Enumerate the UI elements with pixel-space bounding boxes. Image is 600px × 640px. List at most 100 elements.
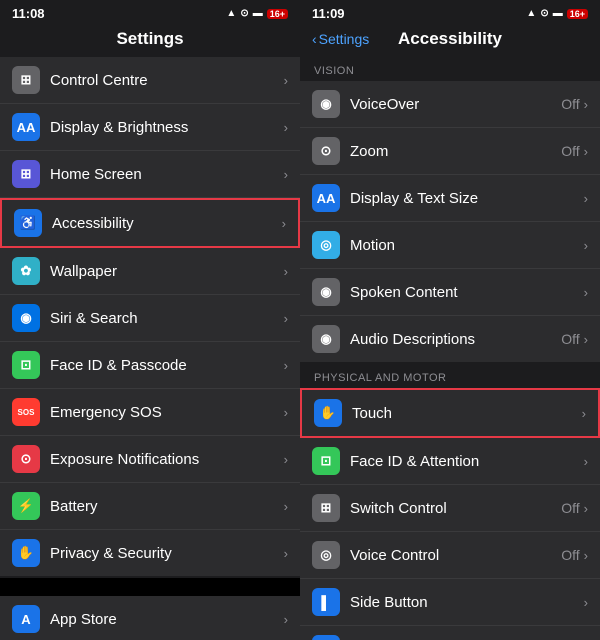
zoom-icon: ⊙: [312, 137, 340, 165]
chevron-right-icon: ›: [284, 546, 288, 561]
privacy-security-label: Privacy & Security: [50, 545, 284, 562]
chevron-right-icon: ›: [584, 454, 588, 469]
control-nearby-icon: ⊙: [312, 635, 340, 640]
right-title: Accessibility: [398, 29, 502, 49]
chevron-right-icon: ›: [584, 501, 588, 516]
settings-item-home-screen[interactable]: ⊞ Home Screen ›: [0, 151, 300, 198]
left-time: 11:08: [12, 6, 45, 21]
wifi-icon: ⊙: [540, 8, 548, 19]
display-brightness-icon: AA: [12, 113, 40, 141]
chevron-right-icon: ›: [284, 612, 288, 627]
display-brightness-label: Display & Brightness: [50, 119, 284, 136]
left-divider: [0, 578, 300, 596]
chevron-right-icon: ›: [584, 548, 588, 563]
chevron-right-icon: ›: [584, 97, 588, 112]
right-panel: 11:09 ▲ ⊙ ▬ 16+ ‹ Settings Accessibility…: [300, 0, 600, 640]
right-settings-list: VISION ◉ VoiceOver Off › ⊙ Zoom Off › AA…: [300, 57, 600, 640]
voiceover-label: VoiceOver: [350, 96, 561, 113]
right-status-bar: 11:09 ▲ ⊙ ▬ 16+: [300, 0, 600, 25]
face-id-attention-label: Face ID & Attention: [350, 453, 584, 470]
battery-icon: ⚡: [12, 492, 40, 520]
control-centre-label: Control Centre: [50, 72, 284, 89]
settings-item-emergency-sos[interactable]: SOS Emergency SOS ›: [0, 389, 300, 436]
settings-item-display-text[interactable]: AA Display & Text Size ›: [300, 175, 600, 222]
back-label[interactable]: Settings: [319, 31, 370, 47]
side-button-icon: ▌: [312, 588, 340, 616]
settings-item-audio-descriptions[interactable]: ◉ Audio Descriptions Off ›: [300, 316, 600, 362]
chevron-right-icon: ›: [584, 332, 588, 347]
physical-group: ✋ Touch › ⊡ Face ID & Attention › ⊞ Swit…: [300, 388, 600, 640]
chevron-right-icon: ›: [284, 167, 288, 182]
settings-item-side-button[interactable]: ▌ Side Button ›: [300, 579, 600, 626]
chevron-right-icon: ›: [584, 144, 588, 159]
left-settings-list: ⊞ Control Centre › AA Display & Brightne…: [0, 57, 300, 640]
voice-control-value: Off: [561, 547, 579, 563]
settings-item-voice-control[interactable]: ◎ Voice Control Off ›: [300, 532, 600, 579]
chevron-right-icon: ›: [584, 238, 588, 253]
left-group-1: ⊞ Control Centre › AA Display & Brightne…: [0, 57, 300, 576]
wallpaper-icon: ✿: [12, 257, 40, 285]
audio-descriptions-label: Audio Descriptions: [350, 331, 561, 348]
back-button[interactable]: ‹ Settings: [312, 31, 369, 47]
voice-control-icon: ◎: [312, 541, 340, 569]
emergency-sos-icon: SOS: [12, 398, 40, 426]
settings-item-face-id-attention[interactable]: ⊡ Face ID & Attention ›: [300, 438, 600, 485]
wallpaper-label: Wallpaper: [50, 263, 284, 280]
chevron-right-icon: ›: [284, 405, 288, 420]
voiceover-icon: ◉: [312, 90, 340, 118]
left-group-2: A App Store › ☰ Wallet › 🔑 Passwords ›: [0, 596, 300, 640]
left-title: Settings: [116, 29, 183, 49]
switch-control-value: Off: [561, 500, 579, 516]
exposure-notifications-label: Exposure Notifications: [50, 451, 284, 468]
settings-item-exposure-notifications[interactable]: ⊙ Exposure Notifications ›: [0, 436, 300, 483]
settings-item-switch-control[interactable]: ⊞ Switch Control Off ›: [300, 485, 600, 532]
chevron-left-icon: ‹: [312, 31, 317, 47]
settings-item-accessibility[interactable]: ♿ Accessibility ›: [0, 198, 300, 248]
settings-item-wallpaper[interactable]: ✿ Wallpaper ›: [0, 248, 300, 295]
privacy-security-icon: ✋: [12, 539, 40, 567]
settings-item-motion[interactable]: ◎ Motion ›: [300, 222, 600, 269]
physical-section-label: PHYSICAL AND MOTOR: [300, 364, 600, 388]
voice-control-label: Voice Control: [350, 547, 561, 564]
chevron-right-icon: ›: [284, 120, 288, 135]
vision-group: ◉ VoiceOver Off › ⊙ Zoom Off › AA Displa…: [300, 81, 600, 362]
spoken-content-label: Spoken Content: [350, 284, 584, 301]
right-nav-bar: ‹ Settings Accessibility: [300, 25, 600, 57]
face-id-passcode-icon: ⊡: [12, 351, 40, 379]
settings-item-spoken-content[interactable]: ◉ Spoken Content ›: [300, 269, 600, 316]
battery-icon: ▬: [253, 8, 263, 19]
audio-descriptions-icon: ◉: [312, 325, 340, 353]
settings-item-touch[interactable]: ✋ Touch ›: [300, 388, 600, 438]
face-id-passcode-label: Face ID & Passcode: [50, 357, 284, 374]
motion-label: Motion: [350, 237, 584, 254]
settings-item-face-id-passcode[interactable]: ⊡ Face ID & Passcode ›: [0, 342, 300, 389]
settings-item-siri-search[interactable]: ◉ Siri & Search ›: [0, 295, 300, 342]
battery-label: Battery: [50, 498, 284, 515]
zoom-value: Off: [561, 143, 579, 159]
control-centre-icon: ⊞: [12, 66, 40, 94]
siri-search-label: Siri & Search: [50, 310, 284, 327]
switch-control-icon: ⊞: [312, 494, 340, 522]
left-status-bar: 11:08 ▲ ⊙ ▬ 16+: [0, 0, 300, 25]
chevron-right-icon: ›: [584, 595, 588, 610]
left-panel: 11:08 ▲ ⊙ ▬ 16+ Settings ⊞ Control Centr…: [0, 0, 300, 640]
chevron-right-icon: ›: [582, 406, 586, 421]
chevron-right-icon: ›: [584, 191, 588, 206]
app-store-icon: A: [12, 605, 40, 633]
settings-item-voiceover[interactable]: ◉ VoiceOver Off ›: [300, 81, 600, 128]
settings-item-zoom[interactable]: ⊙ Zoom Off ›: [300, 128, 600, 175]
settings-item-battery[interactable]: ⚡ Battery ›: [0, 483, 300, 530]
signal-icon: ▲: [226, 8, 236, 19]
settings-item-privacy-security[interactable]: ✋ Privacy & Security ›: [0, 530, 300, 576]
chevron-right-icon: ›: [282, 216, 286, 231]
settings-item-app-store[interactable]: A App Store ›: [0, 596, 300, 640]
settings-item-control-centre[interactable]: ⊞ Control Centre ›: [0, 57, 300, 104]
chevron-right-icon: ›: [284, 499, 288, 514]
app-store-label: App Store: [50, 611, 284, 628]
age-badge: 16+: [267, 9, 288, 19]
zoom-label: Zoom: [350, 143, 561, 160]
settings-item-display-brightness[interactable]: AA Display & Brightness ›: [0, 104, 300, 151]
settings-item-control-nearby[interactable]: ⊙ Control Nearby Devices ›: [300, 626, 600, 640]
left-nav-bar: Settings: [0, 25, 300, 57]
voiceover-value: Off: [561, 96, 579, 112]
